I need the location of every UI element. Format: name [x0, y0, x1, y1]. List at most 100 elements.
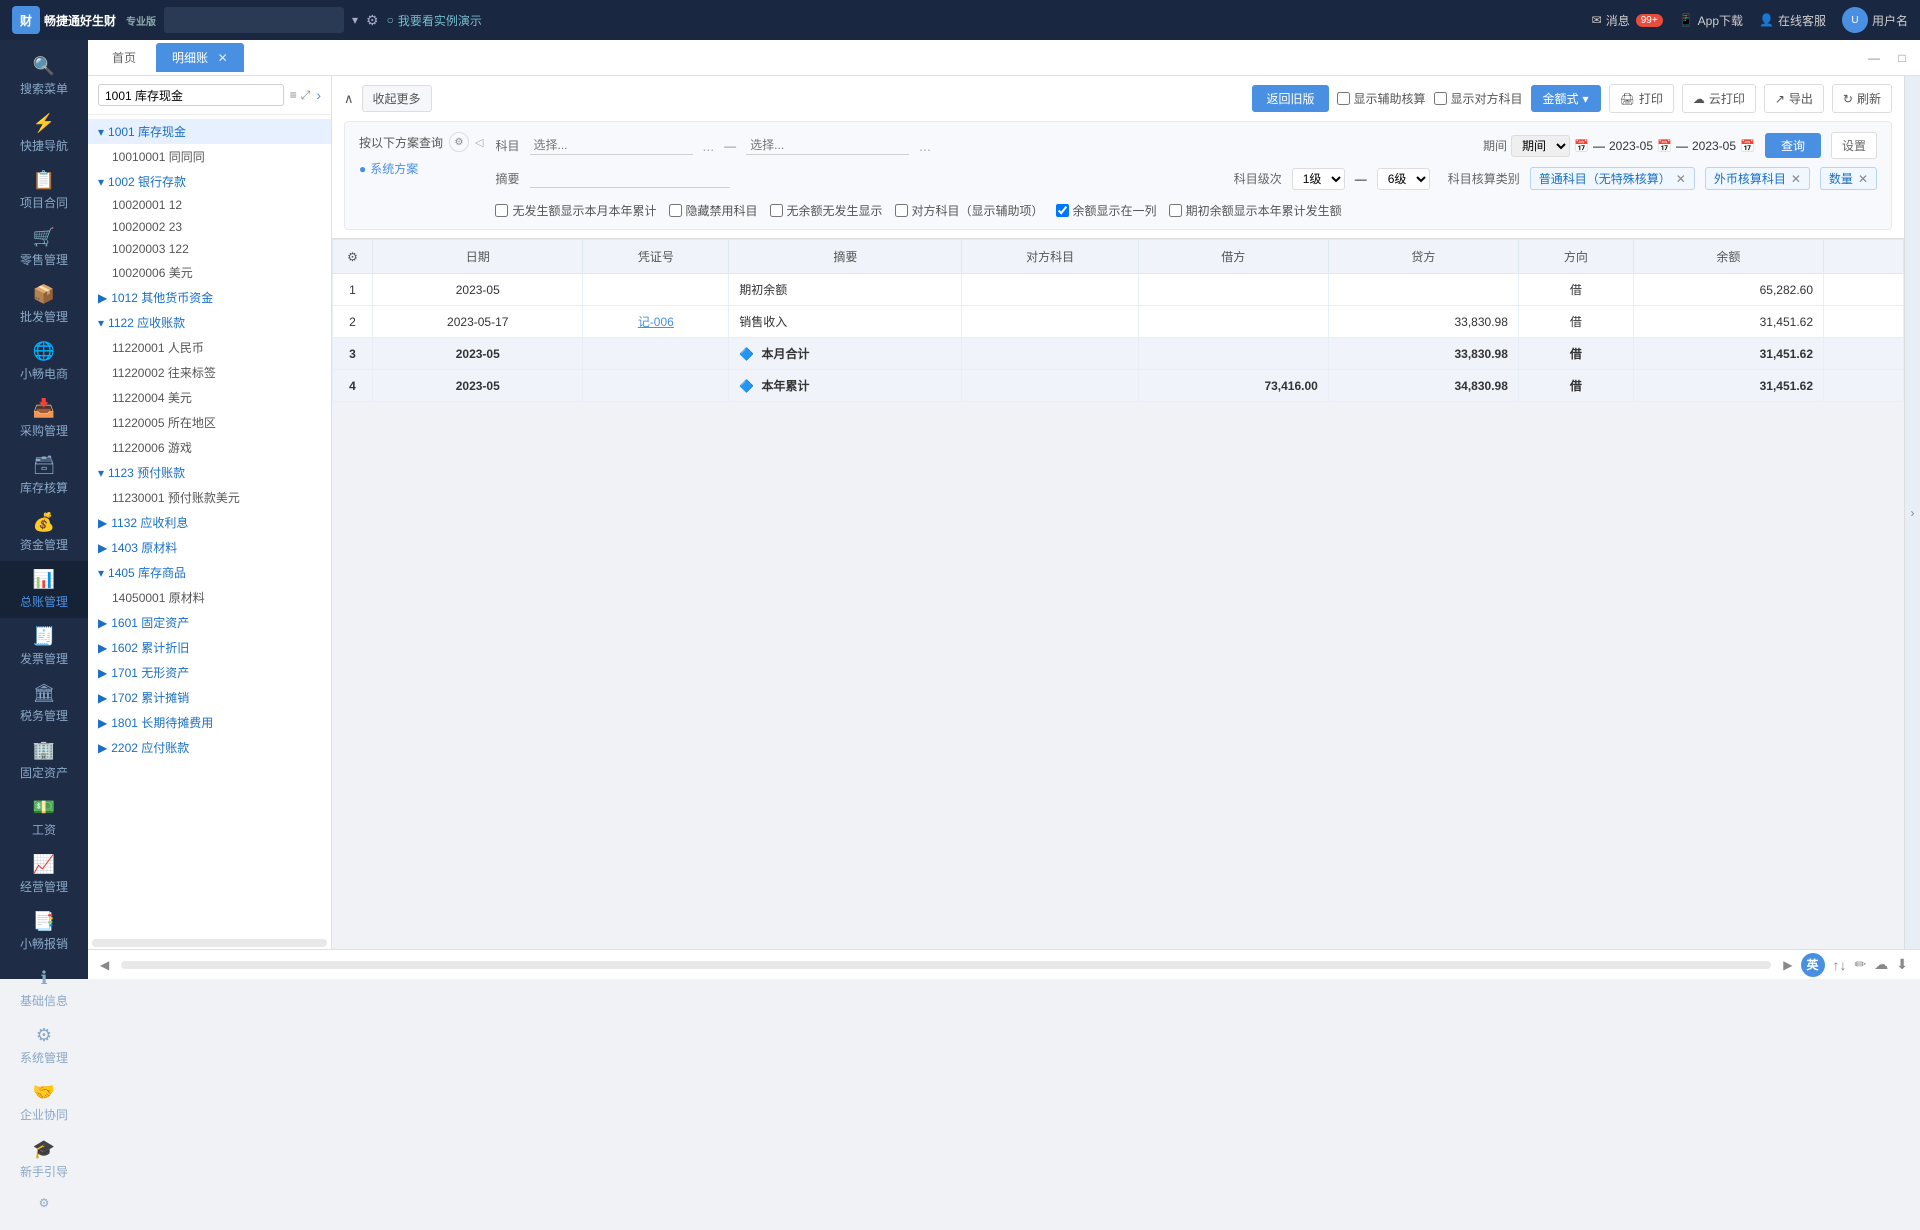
sidebar-item-salary[interactable]: 💵 工资	[0, 789, 88, 846]
tree-item-11220006[interactable]: 11220006 游戏	[88, 435, 331, 460]
account-list-icon[interactable]: ≡	[290, 88, 297, 103]
app-download-btn[interactable]: 📱 App下载	[1679, 12, 1743, 29]
tree-item-1701[interactable]: ▶ 1701 无形资产	[88, 660, 331, 685]
tree-item-1702[interactable]: ▶ 1702 累计摊销	[88, 685, 331, 710]
sidebar-item-sales[interactable]: 📑 小畅报销	[0, 903, 88, 960]
account-search-input[interactable]	[98, 84, 284, 106]
input-method-btn[interactable]: 英	[1801, 953, 1825, 977]
account-expand-icon[interactable]: ⤢	[301, 88, 311, 103]
tree-item-1405[interactable]: ▾ 1405 库存商品	[88, 560, 331, 585]
tree-item-2202[interactable]: ▶ 2202 应付账款	[88, 735, 331, 760]
level-start-select[interactable]: 1级2级3级	[1292, 168, 1345, 190]
scroll-left-icon[interactable]: ◀	[100, 958, 109, 972]
bottom-sort-icon[interactable]: ↑↓	[1833, 957, 1847, 973]
tree-item-11230001[interactable]: 11230001 预付账款美元	[88, 485, 331, 510]
tree-item-11220004[interactable]: 11220004 美元	[88, 385, 331, 410]
subject-dots[interactable]: ...	[703, 138, 715, 154]
scheme-settings-icon[interactable]: ⚙	[449, 132, 469, 152]
tree-item-1801[interactable]: ▶ 1801 长期待摊费用	[88, 710, 331, 735]
show-aux-checkbox[interactable]: 显示辅助核算	[1337, 90, 1426, 107]
sidebar-settings-btn[interactable]: ⚙	[35, 1188, 54, 1218]
tree-item-1122[interactable]: ▾ 1122 应收账款	[88, 310, 331, 335]
topbar-search-input[interactable]	[164, 7, 344, 33]
sidebar-item-wholesale[interactable]: 📦 批发管理	[0, 276, 88, 333]
sidebar-item-basic[interactable]: ℹ 基础信息	[0, 960, 88, 1017]
tree-item-1012[interactable]: ▶ 1012 其他货币资金	[88, 285, 331, 310]
checkbox-no-balance[interactable]: 无余额无发生显示	[770, 202, 883, 219]
tree-item-11220001[interactable]: 11220001 人民币	[88, 335, 331, 360]
right-collapse-handle[interactable]: ›	[1904, 76, 1920, 949]
message-btn[interactable]: ✉ 消息 99+	[1592, 12, 1663, 29]
subject-input2[interactable]	[746, 136, 909, 155]
calendar-icon[interactable]: 📅	[1574, 139, 1589, 153]
sidebar-item-retail[interactable]: 🛒 零售管理	[0, 219, 88, 276]
checkbox-no-amount[interactable]: 无发生额显示本月本年累计	[495, 202, 656, 219]
filter-settings-btn[interactable]: 设置	[1831, 132, 1877, 159]
sidebar-item-search[interactable]: 🔍 搜索菜单	[0, 48, 88, 105]
tree-item-10020001[interactable]: 10020001 12	[88, 194, 331, 216]
tree-item-11220002[interactable]: 11220002 往来标签	[88, 360, 331, 385]
print-btn[interactable]: 🖨 打印	[1609, 84, 1674, 113]
sidebar-item-guide[interactable]: 🎓 新手引导	[0, 1131, 88, 1188]
show-opposite-input[interactable]	[1434, 92, 1447, 105]
show-opposite-checkbox[interactable]: 显示对方科目	[1434, 90, 1523, 107]
checkbox-hide-disabled-input[interactable]	[669, 204, 682, 217]
tree-item-11220005[interactable]: 11220005 所在地区	[88, 410, 331, 435]
tree-item-1132[interactable]: ▶ 1132 应收利息	[88, 510, 331, 535]
bottom-edit-icon[interactable]: ✏	[1855, 956, 1867, 973]
refresh-btn[interactable]: ↻ 刷新	[1832, 84, 1892, 113]
sidebar-item-inventory[interactable]: 🗃 库存核算	[0, 447, 88, 504]
voucher-link[interactable]: 记-006	[638, 315, 674, 329]
summary-input[interactable]	[530, 169, 730, 188]
type-tag1-close[interactable]: ✕	[1676, 172, 1686, 186]
sidebar-item-system[interactable]: ⚙ 系统管理	[0, 1017, 88, 1074]
export-btn[interactable]: ↗ 导出	[1764, 84, 1824, 113]
tree-item-1403[interactable]: ▶ 1403 原材料	[88, 535, 331, 560]
show-aux-input[interactable]	[1337, 92, 1350, 105]
sidebar-item-invoice[interactable]: 🧾 发票管理	[0, 618, 88, 675]
window-maximize-btn[interactable]: □	[1892, 48, 1912, 68]
sidebar-item-fixed-assets[interactable]: 🏢 固定资产	[0, 732, 88, 789]
bottom-download-icon[interactable]: ⬇	[1896, 956, 1908, 973]
sidebar-item-general-ledger[interactable]: 📊 总账管理	[0, 561, 88, 618]
sidebar-item-purchase[interactable]: 📥 采购管理	[0, 390, 88, 447]
sidebar-item-project[interactable]: 📋 项目合同	[0, 162, 88, 219]
checkbox-opposite-subject[interactable]: 对方科目（显示辅助项）	[895, 202, 1044, 219]
scroll-right-icon[interactable]: ▶	[1783, 958, 1792, 972]
tab-detail[interactable]: 明细账 ✕	[156, 43, 244, 72]
horizontal-scrollbar[interactable]	[121, 961, 1771, 969]
type-tag3-close[interactable]: ✕	[1858, 172, 1868, 186]
table-gear-icon[interactable]: ⚙	[347, 250, 358, 264]
online-service-btn[interactable]: 👤 在线客服	[1759, 12, 1826, 29]
account-nav-arrow[interactable]: ›	[316, 87, 321, 103]
checkbox-year-start-input[interactable]	[1169, 204, 1182, 217]
filter-collapse-icon[interactable]: ◁	[475, 136, 483, 149]
account-scrollbar[interactable]	[92, 939, 327, 947]
topbar-gear-icon[interactable]: ⚙	[366, 12, 379, 29]
sidebar-item-business[interactable]: 📈 经营管理	[0, 846, 88, 903]
sidebar-item-tax[interactable]: 🏛 税务管理	[0, 675, 88, 732]
user-profile[interactable]: U 用户名	[1842, 7, 1908, 33]
tree-item-14050001[interactable]: 14050001 原材料	[88, 585, 331, 610]
checkbox-hide-disabled[interactable]: 隐藏禁用科目	[669, 202, 758, 219]
tree-item-10020002[interactable]: 10020002 23	[88, 216, 331, 238]
demo-link[interactable]: ○ 我要看实例演示	[387, 12, 482, 29]
tree-item-1601[interactable]: ▶ 1601 固定资产	[88, 610, 331, 635]
tab-close-icon[interactable]: ✕	[218, 51, 228, 65]
sidebar-item-fund[interactable]: 💰 资金管理	[0, 504, 88, 561]
tab-home[interactable]: 首页	[96, 43, 152, 72]
checkbox-balance-one-col[interactable]: 余额显示在一列	[1056, 202, 1157, 219]
window-minimize-btn[interactable]: —	[1864, 48, 1884, 68]
scheme-selector[interactable]: ● 系统方案	[359, 160, 483, 177]
tree-item-1001[interactable]: ▾ 1001 库存现金	[88, 119, 331, 144]
subject-input[interactable]	[530, 136, 693, 155]
sidebar-item-enterprise[interactable]: 🤝 企业协同	[0, 1074, 88, 1131]
mode-btn[interactable]: 金额式 ▾	[1531, 85, 1601, 112]
tree-item-10020006[interactable]: 10020006 美元	[88, 260, 331, 285]
bottom-cloud-icon[interactable]: ☁	[1874, 956, 1888, 973]
cloud-print-btn[interactable]: ☁ 云打印	[1682, 84, 1756, 113]
topbar-dropdown-icon[interactable]: ▾	[352, 13, 358, 27]
period-type-select[interactable]: 期间月份	[1511, 135, 1570, 157]
collapse-btn[interactable]: 收起更多	[362, 85, 432, 112]
checkbox-opposite-subject-input[interactable]	[895, 204, 908, 217]
